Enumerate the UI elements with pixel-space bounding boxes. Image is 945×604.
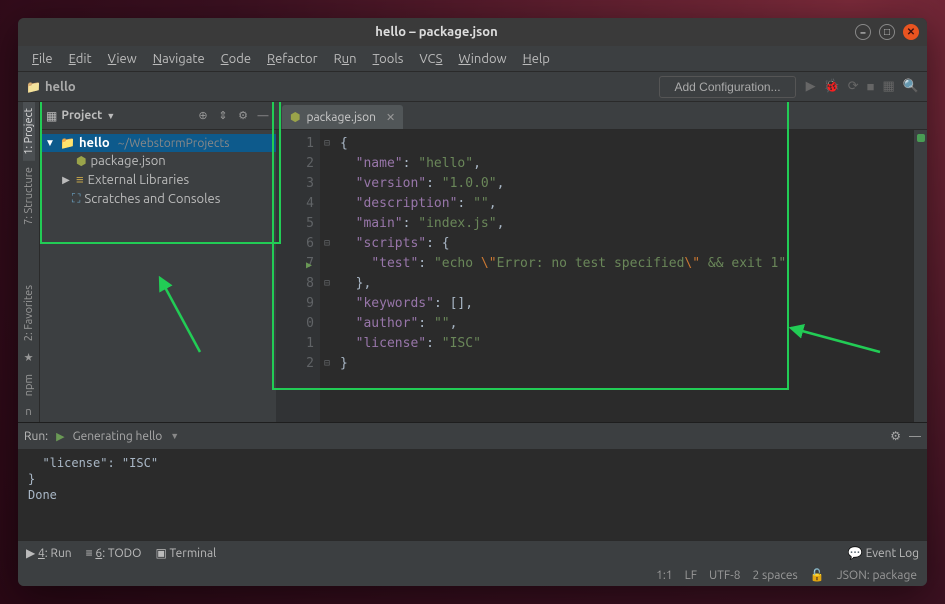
menu-navigate[interactable]: Navigate	[147, 50, 211, 68]
tab-favorites[interactable]: 2: Favorites	[23, 279, 35, 347]
line-gutter: 1234 5678 9012 ▶	[276, 130, 320, 422]
project-pane-title: Project	[61, 109, 102, 122]
bottom-eventlog[interactable]: 💬 Event Log	[848, 546, 919, 560]
folder-icon	[60, 136, 75, 150]
menu-window[interactable]: Window	[452, 50, 512, 68]
menu-refactor[interactable]: Refactor	[261, 50, 324, 68]
run-gear-icon[interactable]: ⚙	[890, 429, 901, 443]
toolbar: hello Add Configuration... ▶ 🐞 ⟳ ■ ▦ 🔍	[18, 72, 927, 102]
project-icon: ▦	[46, 109, 57, 123]
bottom-tool-bar: ▶ 4: Run ≡ 6: TODO ▣ Terminal 💬 Event Lo…	[18, 540, 927, 564]
collapse-icon[interactable]: ⇕	[216, 109, 230, 123]
scratch-icon	[72, 191, 80, 206]
folder-icon	[26, 80, 41, 94]
npm-icon: n	[25, 402, 31, 422]
update-icon[interactable]: ⟳	[848, 79, 859, 94]
content-area: 1: Project 7: Structure 2: Favorites ★ n…	[18, 102, 927, 422]
run-task-name: Generating hello	[73, 430, 163, 443]
menu-tools[interactable]: Tools	[367, 50, 410, 68]
tree-scratches[interactable]: Scratches and Consoles	[40, 189, 276, 208]
maximize-button[interactable]: □	[879, 24, 895, 40]
status-readonly-icon[interactable]: 🔓	[810, 568, 825, 582]
minimize-button[interactable]: –	[855, 24, 871, 40]
debug-icon[interactable]: 🐞	[824, 79, 840, 94]
menu-vcs[interactable]: VCS	[413, 50, 448, 68]
run-tool-window: Run: ▶ Generating hello ▼ ⚙ — "license":…	[18, 422, 927, 540]
menu-code[interactable]: Code	[215, 50, 257, 68]
annotation-arrow-1	[150, 272, 210, 362]
favorites-icon: ★	[24, 347, 34, 368]
run-play-icon: ▶	[56, 430, 64, 443]
run-gutter-icon[interactable]: ▶	[306, 256, 312, 276]
status-line-ending[interactable]: LF	[685, 569, 697, 582]
menu-file[interactable]: File	[26, 50, 59, 68]
left-tool-strip: 1: Project 7: Structure 2: Favorites ★ n…	[18, 102, 40, 422]
editor-tabbar: package.json ✕	[276, 102, 927, 130]
gear-icon[interactable]: ⚙	[236, 109, 250, 123]
project-pane: ▦ Project ▼ ⊕ ⇕ ⚙ — ▼ hello ~/WebstormPr…	[40, 102, 276, 422]
menu-edit[interactable]: Edit	[63, 50, 98, 68]
bottom-run[interactable]: ▶ 4: Run	[26, 546, 72, 560]
editor-area: package.json ✕ 1234 5678 9012 ▶ ⊟{ "name…	[276, 102, 927, 422]
bottom-todo[interactable]: ≡ 6: TODO	[86, 546, 142, 560]
tree-root-path: ~/WebstormProjects	[118, 137, 230, 150]
tree-scratch-label: Scratches and Consoles	[84, 192, 220, 206]
project-tree: ▼ hello ~/WebstormProjects package.json …	[40, 130, 276, 212]
menubar: File Edit View Navigate Code Refactor Ru…	[18, 46, 927, 72]
status-bar: 1:1 LF UTF-8 2 spaces 🔓 JSON: package	[18, 564, 927, 586]
close-tab-icon[interactable]: ✕	[386, 111, 395, 124]
code-content[interactable]: ⊟{ "name": "hello", "version": "1.0.0", …	[320, 130, 913, 422]
breadcrumb-text: hello	[45, 80, 76, 94]
status-caret[interactable]: 1:1	[656, 569, 673, 582]
tab-structure[interactable]: 7: Structure	[23, 161, 35, 231]
tree-file-package[interactable]: package.json	[40, 152, 276, 170]
run-hide-icon[interactable]: —	[909, 430, 921, 443]
bottom-terminal[interactable]: ▣ Terminal	[155, 546, 216, 560]
editor-tab-package[interactable]: package.json ✕	[282, 105, 403, 129]
menu-view[interactable]: View	[102, 50, 143, 68]
search-icon[interactable]: 🔍	[903, 79, 919, 94]
menu-help[interactable]: Help	[517, 50, 556, 68]
project-pane-header: ▦ Project ▼ ⊕ ⇕ ⚙ —	[40, 102, 276, 130]
status-language[interactable]: JSON: package	[837, 569, 917, 582]
tab-npm[interactable]: npm	[23, 368, 35, 402]
status-encoding[interactable]: UTF-8	[709, 569, 740, 582]
structure-icon[interactable]: ▦	[883, 79, 895, 94]
run-header: Run: ▶ Generating hello ▼ ⚙ —	[18, 423, 927, 449]
code-editor[interactable]: 1234 5678 9012 ▶ ⊟{ "name": "hello", "ve…	[276, 130, 927, 422]
editor-tab-label: package.json	[306, 111, 375, 124]
tab-project[interactable]: 1: Project	[23, 102, 35, 161]
json-icon	[76, 154, 86, 168]
json-icon	[290, 110, 300, 124]
tree-root[interactable]: ▼ hello ~/WebstormProjects	[40, 134, 276, 152]
tree-root-name: hello	[79, 136, 110, 150]
menu-run[interactable]: Run	[328, 50, 363, 68]
tree-file-label: package.json	[90, 154, 165, 168]
hide-icon[interactable]: —	[256, 109, 270, 123]
titlebar: hello – package.json – □ ✕	[18, 18, 927, 46]
editor-right-gutter	[913, 130, 927, 422]
close-button[interactable]: ✕	[903, 24, 919, 40]
status-indent[interactable]: 2 spaces	[752, 569, 797, 582]
locate-icon[interactable]: ⊕	[196, 109, 210, 123]
add-configuration-button[interactable]: Add Configuration...	[659, 76, 795, 98]
toolbar-actions: ▶ 🐞 ⟳ ■ ▦ 🔍	[806, 79, 919, 94]
run-icon[interactable]: ▶	[806, 79, 816, 94]
tree-libs-label: External Libraries	[88, 173, 190, 187]
run-output[interactable]: "license": "ISC" } Done	[18, 449, 927, 540]
tree-external-libs[interactable]: ▶ External Libraries	[40, 170, 276, 189]
ide-window: hello – package.json – □ ✕ File Edit Vie…	[18, 18, 927, 586]
breadcrumb[interactable]: hello	[26, 80, 76, 94]
run-label: Run:	[24, 430, 48, 443]
window-title: hello – package.json	[26, 25, 847, 39]
stop-icon[interactable]: ■	[867, 79, 875, 94]
library-icon	[76, 172, 84, 187]
